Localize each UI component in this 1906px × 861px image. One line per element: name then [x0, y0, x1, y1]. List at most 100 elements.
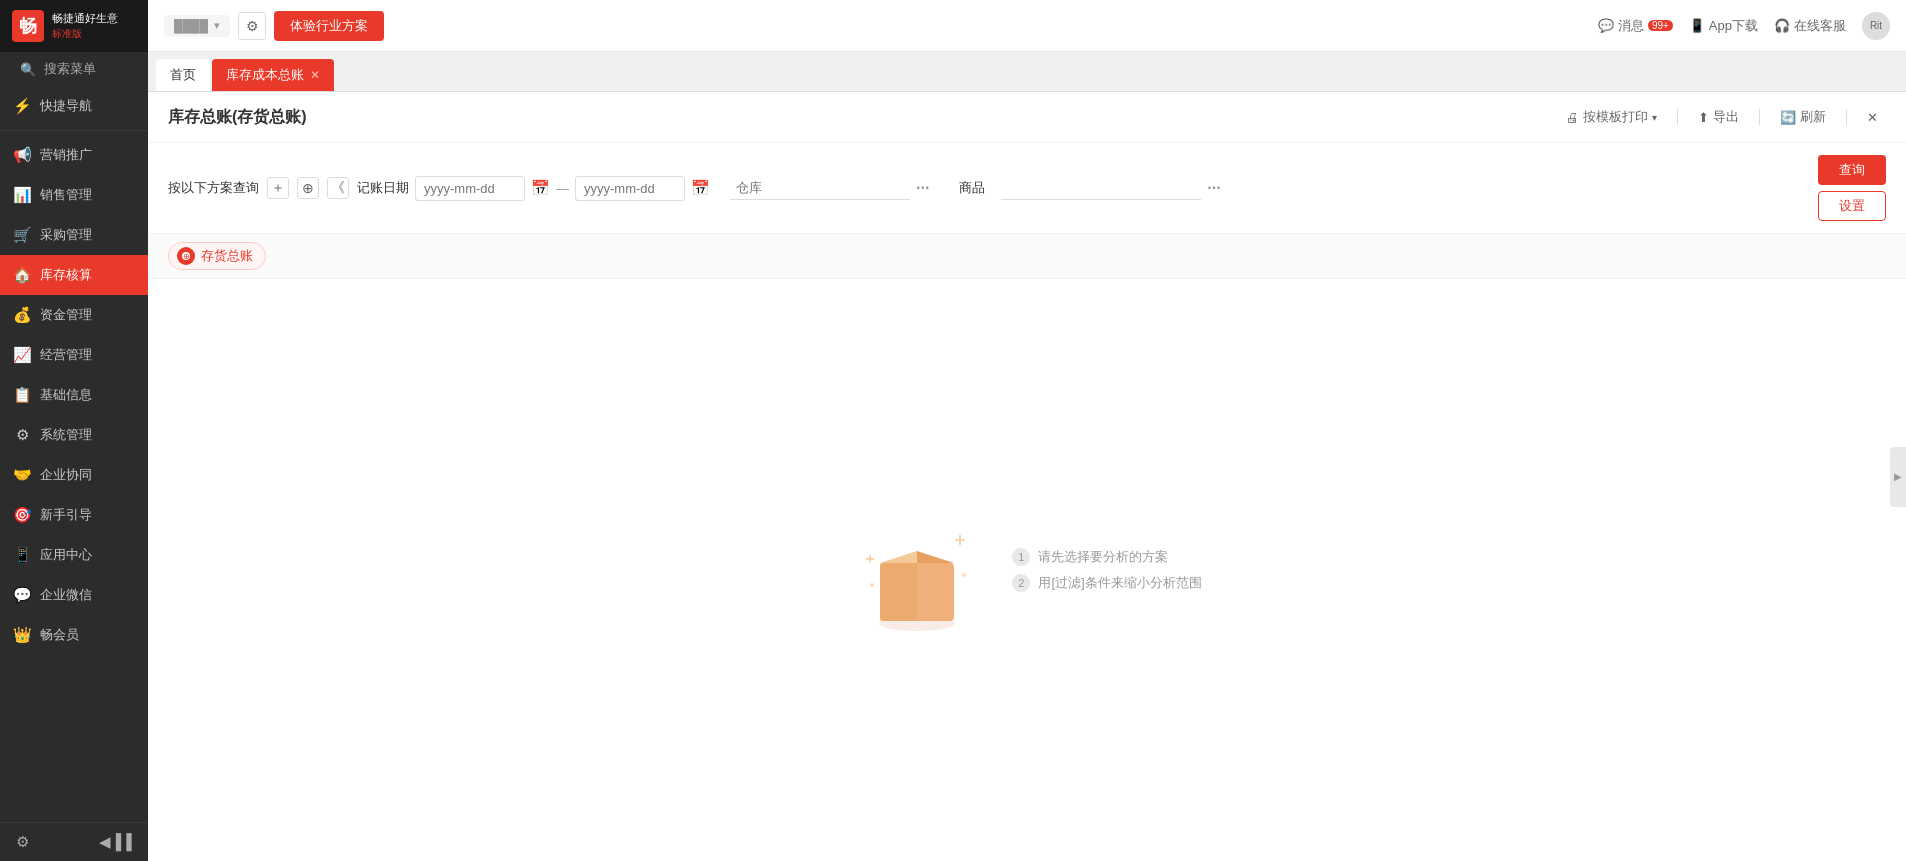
- sidebar-bottom: ⚙ ◀▐▐: [0, 822, 148, 861]
- page-close-btn[interactable]: ✕: [1859, 106, 1886, 129]
- sidebar-item-inventory[interactable]: 🏠 库存核算: [0, 255, 148, 295]
- tabbar: 首页 库存成本总账 ✕: [148, 52, 1906, 92]
- refresh-icon: 🔄: [1780, 110, 1796, 125]
- print-dropdown-arrow: ▾: [1652, 112, 1657, 123]
- user-selector[interactable]: ████ ▾: [164, 15, 230, 37]
- quicknav-label: 快捷导航: [40, 97, 92, 115]
- inventory-label: 库存核算: [40, 266, 92, 284]
- topbar-left: ████ ▾ ⚙ 体验行业方案: [164, 11, 384, 41]
- filter-remove-btn[interactable]: ⊕: [297, 177, 319, 199]
- filter-fields-row: 记账日期 📅 — 📅 ··· 商品 ···: [357, 176, 1810, 201]
- finance-label: 资金管理: [40, 306, 92, 324]
- sidebar-item-apps[interactable]: 📱 应用中心: [0, 535, 148, 575]
- svg-point-11: [870, 583, 874, 587]
- filter-action-area: 查询 设置: [1818, 155, 1886, 221]
- online-support-label: 在线客服: [1794, 17, 1846, 35]
- search-icon: 🔍: [20, 62, 36, 77]
- filter-bar: 按以下方案查询 ＋ ⊕ 《 记账日期 📅 — 📅 ···: [148, 143, 1906, 234]
- tab-close-btn[interactable]: ✕: [310, 68, 320, 82]
- query-btn[interactable]: 查询: [1818, 155, 1886, 185]
- sidebar-item-system[interactable]: ⚙ 系统管理: [0, 415, 148, 455]
- industry-btn[interactable]: 体验行业方案: [274, 11, 384, 41]
- quicknav-icon: ⚡: [12, 96, 32, 116]
- print-btn[interactable]: 🖨 按模板打印 ▾: [1558, 104, 1665, 130]
- app-download-btn[interactable]: 📱 App下载: [1689, 17, 1758, 35]
- avatar-text: Rit: [1870, 20, 1882, 31]
- sidebar-item-quicknav[interactable]: ⚡ 快捷导航: [0, 86, 148, 126]
- newbie-label: 新手引导: [40, 506, 92, 524]
- sidebar-item-member[interactable]: 👑 畅会员: [0, 615, 148, 655]
- date-end-input[interactable]: [575, 176, 685, 201]
- logo-title: 畅捷通好生意: [52, 11, 118, 26]
- svg-rect-6: [880, 563, 917, 621]
- filter-add-btn[interactable]: ＋: [267, 177, 289, 199]
- newbie-icon: 🎯: [12, 505, 32, 525]
- topbar: ████ ▾ ⚙ 体验行业方案 💬 消息 99+ 📱 App下载 🎧 在线客服: [148, 0, 1906, 52]
- date-start-input[interactable]: [415, 176, 525, 201]
- goods-label: 商品: [959, 179, 985, 197]
- scheme-icon: ⊕: [177, 247, 195, 265]
- settings-bottom-icon[interactable]: ⚙: [16, 833, 29, 851]
- search-menu-label: 搜索菜单: [44, 60, 96, 78]
- date-start-calendar-icon[interactable]: 📅: [531, 179, 550, 197]
- divider-1: [1677, 109, 1678, 125]
- sidebar-item-cooperation[interactable]: 🤝 企业协同: [0, 455, 148, 495]
- svg-marker-4: [880, 551, 917, 563]
- logo-icon: 畅: [12, 10, 44, 42]
- basic-label: 基础信息: [40, 386, 92, 404]
- audio-bottom-icon[interactable]: ◀▐▐: [99, 833, 132, 851]
- sidebar-item-newbie[interactable]: 🎯 新手引导: [0, 495, 148, 535]
- sales-icon: 📊: [12, 185, 32, 205]
- sidebar-item-wechat[interactable]: 💬 企业微信: [0, 575, 148, 615]
- settings-btn[interactable]: 设置: [1818, 191, 1886, 221]
- apps-label: 应用中心: [40, 546, 92, 564]
- export-btn[interactable]: ⬆ 导出: [1690, 104, 1747, 130]
- tab-inventory-ledger[interactable]: 库存成本总账 ✕: [212, 59, 334, 91]
- sidebar-item-marketing[interactable]: 📢 营销推广: [0, 135, 148, 175]
- message-icon: 💬: [1598, 18, 1614, 33]
- user-dropdown-arrow: ▾: [214, 19, 220, 32]
- empty-hint-2: 2 用[过滤]条件来缩小分析范围: [1012, 570, 1201, 596]
- sidebar-item-sales[interactable]: 📊 销售管理: [0, 175, 148, 215]
- goods-input[interactable]: [1001, 176, 1201, 200]
- message-badge: 99+: [1648, 20, 1673, 31]
- hint-2-num: 2: [1012, 574, 1030, 592]
- app-download-icon: 📱: [1689, 18, 1705, 33]
- print-label: 按模板打印: [1583, 108, 1648, 126]
- hint-1-num: 1: [1012, 548, 1030, 566]
- sidebar-item-purchase[interactable]: 🛒 采购管理: [0, 215, 148, 255]
- topbar-right: 💬 消息 99+ 📱 App下载 🎧 在线客服 Rit: [1598, 12, 1890, 40]
- main-wrapper: ████ ▾ ⚙ 体验行业方案 💬 消息 99+ 📱 App下载 🎧 在线客服: [148, 0, 1906, 861]
- apps-icon: 📱: [12, 545, 32, 565]
- sidebar-item-finance[interactable]: 💰 资金管理: [0, 295, 148, 335]
- sidebar-item-operation[interactable]: 📈 经营管理: [0, 335, 148, 375]
- refresh-btn[interactable]: 🔄 刷新: [1772, 104, 1834, 130]
- online-support-btn[interactable]: 🎧 在线客服: [1774, 17, 1846, 35]
- warehouse-more-btn[interactable]: ···: [916, 179, 929, 197]
- page-title: 库存总账(存货总账): [168, 107, 307, 128]
- warehouse-input[interactable]: [730, 176, 910, 200]
- user-avatar[interactable]: Rit: [1862, 12, 1890, 40]
- goods-more-btn[interactable]: ···: [1207, 179, 1220, 197]
- filter-date-field: 记账日期 📅 — 📅: [357, 176, 710, 201]
- empty-state: 1 请先选择要分析的方案 2 用[过滤]条件来缩小分析范围: [148, 279, 1906, 861]
- member-label: 畅会员: [40, 626, 79, 644]
- scheme-item[interactable]: ⊕ 存货总账: [168, 242, 266, 270]
- marketing-icon: 📢: [12, 145, 32, 165]
- date-end-calendar-icon[interactable]: 📅: [691, 179, 710, 197]
- page-header-actions: 🖨 按模板打印 ▾ ⬆ 导出 🔄 刷新 ✕: [1558, 104, 1886, 130]
- topbar-settings-btn[interactable]: ⚙: [238, 12, 266, 40]
- svg-point-12: [962, 573, 966, 577]
- sidebar: 畅 畅捷通好生意 标准版 🔍 搜索菜单 ⚡ 快捷导航 📢 营销推广 📊 销售管理…: [0, 0, 148, 861]
- message-btn[interactable]: 💬 消息 99+: [1598, 17, 1673, 35]
- tab-home[interactable]: 首页: [156, 59, 210, 91]
- filter-collapse-btn[interactable]: 《: [327, 177, 349, 199]
- right-panel-toggle[interactable]: ▶: [1890, 447, 1906, 507]
- search-menu[interactable]: 🔍 搜索菜单: [0, 52, 148, 86]
- filter-warehouse-field: ···: [730, 176, 929, 200]
- hint-1-text: 请先选择要分析的方案: [1038, 544, 1168, 570]
- sidebar-item-basic[interactable]: 📋 基础信息: [0, 375, 148, 415]
- purchase-label: 采购管理: [40, 226, 92, 244]
- svg-marker-5: [917, 551, 954, 563]
- scheme-bar: ⊕ 存货总账: [148, 234, 1906, 279]
